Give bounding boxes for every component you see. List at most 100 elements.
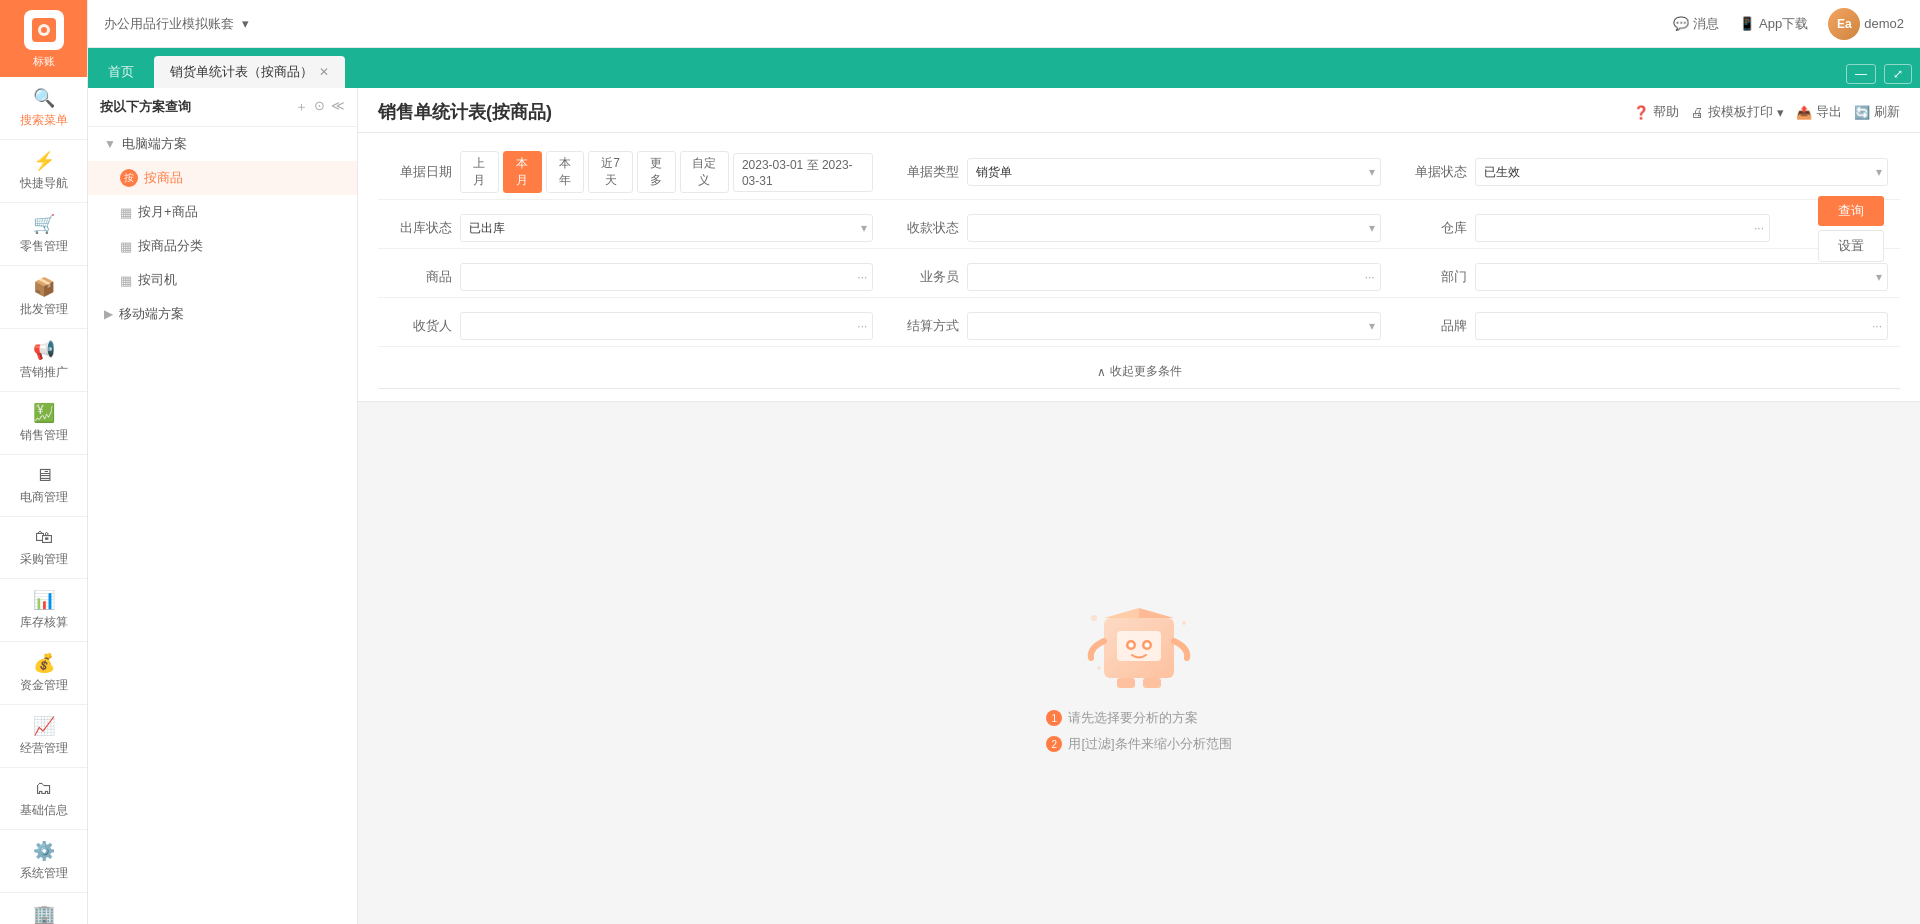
top-header: 办公用品行业模拟账套 ▾ 💬 消息 📱 App下载 Ea demo2: [88, 0, 1920, 48]
sidebar-item-wholesale[interactable]: 📦 批发管理: [0, 266, 87, 329]
sidebar-item-inventory[interactable]: 📊 库存核算: [0, 579, 87, 642]
collapse-bar[interactable]: ∧ 收起更多条件: [378, 355, 1900, 389]
tree-child-goods-category[interactable]: ▦ 按商品分类: [88, 229, 357, 263]
filter-cell-goods: 商品 ···: [378, 257, 885, 298]
svg-point-12: [1182, 621, 1186, 625]
app-download-button[interactable]: 📱 App下载: [1739, 15, 1808, 33]
warehouse-label: 仓库: [1405, 219, 1475, 237]
purchase-icon: 🛍: [35, 527, 53, 548]
out-status-input[interactable]: 已出库: [460, 214, 873, 242]
tab-close-icon[interactable]: ✕: [319, 65, 329, 79]
status-dropdown-icon[interactable]: ▾: [1876, 165, 1882, 179]
collapse-panel-icon[interactable]: ≪: [331, 98, 345, 116]
collapse-up-icon: ∧: [1097, 365, 1106, 379]
query-button[interactable]: 查询: [1818, 196, 1884, 226]
tab-maximize-button[interactable]: ⤢: [1884, 64, 1912, 84]
tree-desktop-label: 电脑端方案: [122, 135, 187, 153]
svg-point-7: [1129, 643, 1134, 648]
salesperson-more-icon[interactable]: ···: [1365, 270, 1375, 284]
collect-dropdown-icon[interactable]: ▾: [1369, 221, 1375, 235]
user-avatar-button[interactable]: Ea demo2: [1828, 8, 1904, 40]
date-range-display: 2023-03-01 至 2023-03-31: [733, 153, 873, 192]
sidebar-item-retail[interactable]: 🛒 零售管理: [0, 203, 87, 266]
filter-cell-dept: 部门 ▾: [1393, 257, 1900, 298]
date-btn-this-month[interactable]: 本月: [503, 151, 542, 193]
retail-icon: 🛒: [33, 213, 55, 235]
operations-icon: 📈: [33, 715, 55, 737]
brand-label: 品牌: [1405, 317, 1475, 335]
tree-child-driver-label: 按司机: [138, 271, 177, 289]
add-scheme-icon[interactable]: ＋: [295, 98, 308, 116]
out-status-value: 已出库 ▾: [460, 214, 873, 242]
date-btn-custom[interactable]: 自定义: [680, 151, 729, 193]
type-dropdown-icon[interactable]: ▾: [1369, 165, 1375, 179]
help-button[interactable]: ❓ 帮助: [1633, 103, 1679, 121]
page-title: 销售单统计表(按商品): [378, 100, 552, 124]
out-status-dropdown-icon[interactable]: ▾: [861, 221, 867, 235]
refresh-label: 刷新: [1874, 103, 1900, 121]
filter-cell-settlement: 结算方式 ▾: [885, 306, 1392, 347]
left-panel-icons: ＋ ⊙ ≪: [295, 98, 345, 116]
message-button[interactable]: 💬 消息: [1673, 15, 1719, 33]
date-btn-this-year[interactable]: 本年: [546, 151, 585, 193]
receiver-label: 收货人: [390, 317, 460, 335]
dept-input[interactable]: [1475, 263, 1888, 291]
enterprise-icon: 🏢: [33, 903, 55, 924]
dept-dropdown-icon[interactable]: ▾: [1876, 270, 1882, 284]
tree-child-month-goods[interactable]: ▦ 按月+商品: [88, 195, 357, 229]
filter-cell-type: 单据类型 销货单 ▾: [885, 145, 1392, 200]
date-btn-last-month[interactable]: 上月: [460, 151, 499, 193]
tree-child-goods[interactable]: 按 按商品: [88, 161, 357, 195]
export-button[interactable]: 📤 导出: [1796, 103, 1842, 121]
settlement-input[interactable]: [967, 312, 1380, 340]
collect-status-input[interactable]: [967, 214, 1380, 242]
dropdown-icon[interactable]: ▾: [242, 16, 249, 31]
sidebar-item-marketing[interactable]: 📢 营销推广: [0, 329, 87, 392]
sidebar-item-purchase[interactable]: 🛍 采购管理: [0, 517, 87, 579]
tab-sales-stats-label: 销货单统计表（按商品）: [170, 63, 313, 81]
sidebar-basic-label: 基础信息: [20, 802, 68, 819]
date-btn-more[interactable]: 更多: [637, 151, 676, 193]
warehouse-more-icon[interactable]: ···: [1754, 221, 1764, 235]
tab-sales-stats[interactable]: 销货单统计表（按商品） ✕: [154, 56, 345, 88]
tab-minimize-button[interactable]: —: [1846, 64, 1876, 84]
svg-point-13: [1097, 666, 1101, 670]
receiver-more-icon[interactable]: ···: [857, 319, 867, 333]
sidebar-item-basic[interactable]: 🗂 基础信息: [0, 768, 87, 830]
tree-mobile-item[interactable]: ▶ 移动端方案: [88, 297, 357, 331]
settings-scheme-icon[interactable]: ⊙: [314, 98, 325, 116]
help-label: 帮助: [1653, 103, 1679, 121]
brand-value: ···: [1475, 312, 1888, 340]
brand-more-icon[interactable]: ···: [1872, 319, 1882, 333]
tab-home[interactable]: 首页: [92, 56, 150, 88]
tree-desktop-item[interactable]: ▼ 电脑端方案: [88, 127, 357, 161]
print-dropdown-icon: ▾: [1777, 105, 1784, 120]
sidebar-item-sales[interactable]: 💹 销售管理: [0, 392, 87, 455]
sidebar-item-finance[interactable]: 💰 资金管理: [0, 642, 87, 705]
settings-button[interactable]: 设置: [1818, 230, 1884, 262]
goods-input[interactable]: [460, 263, 873, 291]
warehouse-input[interactable]: [1475, 214, 1770, 242]
sidebar-item-search[interactable]: 🔍 搜索菜单: [0, 77, 87, 140]
username-label: demo2: [1864, 16, 1904, 31]
sidebar-item-operations[interactable]: 📈 经营管理: [0, 705, 87, 768]
goods-more-icon[interactable]: ···: [857, 270, 867, 284]
sidebar-item-system[interactable]: ⚙️ 系统管理: [0, 830, 87, 893]
refresh-button[interactable]: 🔄 刷新: [1854, 103, 1900, 121]
collect-status-value: ▾: [967, 214, 1380, 242]
filter-cell-collect: 收款状态 ▾: [885, 208, 1392, 249]
tip-text-1: 请先选择要分析的方案: [1068, 709, 1198, 727]
salesperson-input[interactable]: [967, 263, 1380, 291]
empty-tip-1: 1 请先选择要分析的方案: [1046, 709, 1231, 727]
sidebar-item-quicknav[interactable]: ⚡ 快捷导航: [0, 140, 87, 203]
sidebar-item-enterprise[interactable]: 🏢 企业协同: [0, 893, 87, 924]
sidebar-item-ecommerce[interactable]: 🖥 电商管理: [0, 455, 87, 517]
date-btn-7days[interactable]: 近7天: [588, 151, 633, 193]
brand-input[interactable]: [1475, 312, 1888, 340]
receiver-input[interactable]: [460, 312, 873, 340]
status-filter-input[interactable]: 已生效: [1475, 158, 1888, 186]
settlement-dropdown-icon[interactable]: ▾: [1369, 319, 1375, 333]
print-button[interactable]: 🖨 按模板打印 ▾: [1691, 103, 1784, 121]
type-filter-input[interactable]: 销货单: [967, 158, 1380, 186]
tree-child-driver[interactable]: ▦ 按司机: [88, 263, 357, 297]
